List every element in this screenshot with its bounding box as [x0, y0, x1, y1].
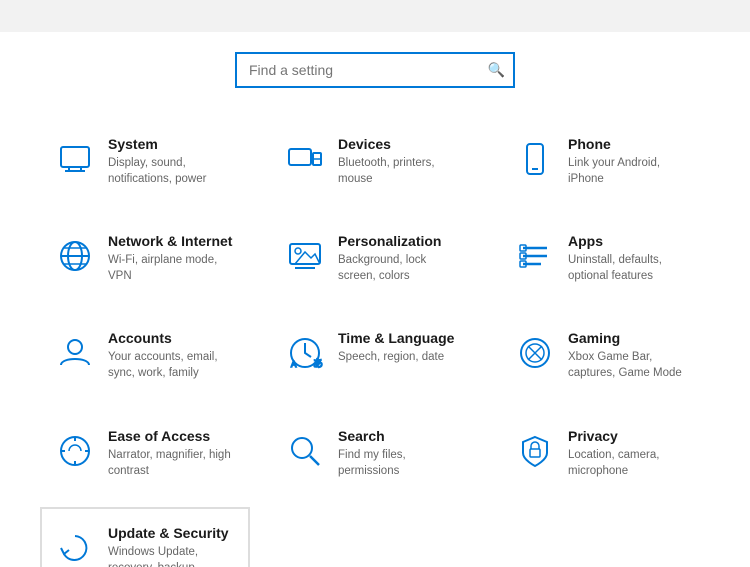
setting-title-update: Update & Security	[108, 525, 236, 541]
setting-desc-network: Wi-Fi, airplane mode, VPN	[108, 252, 236, 284]
search-container: 🔍	[40, 52, 710, 88]
setting-item-gaming[interactable]: Gaming Xbox Game Bar, captures, Game Mod…	[500, 312, 710, 399]
setting-item-system[interactable]: System Display, sound, notifications, po…	[40, 118, 250, 205]
search-input[interactable]	[235, 52, 515, 88]
setting-title-ease: Ease of Access	[108, 428, 236, 444]
window-controls	[600, 0, 738, 32]
setting-item-update[interactable]: Update & Security Windows Update, recove…	[40, 507, 250, 567]
svg-text:A: A	[291, 360, 297, 369]
setting-desc-devices: Bluetooth, printers, mouse	[338, 155, 466, 187]
ease-icon	[54, 430, 96, 472]
close-button[interactable]	[692, 0, 738, 32]
setting-title-personalization: Personalization	[338, 233, 466, 249]
privacy-icon	[514, 430, 556, 472]
setting-desc-accounts: Your accounts, email, sync, work, family	[108, 349, 236, 381]
setting-desc-update: Windows Update, recovery, backup	[108, 544, 236, 567]
setting-title-network: Network & Internet	[108, 233, 236, 249]
setting-item-network[interactable]: Network & Internet Wi-Fi, airplane mode,…	[40, 215, 250, 302]
setting-desc-privacy: Location, camera, microphone	[568, 447, 696, 479]
time-icon: Aあ	[284, 332, 326, 374]
setting-item-personalization[interactable]: Personalization Background, lock screen,…	[270, 215, 480, 302]
setting-title-privacy: Privacy	[568, 428, 696, 444]
minimize-button[interactable]	[600, 0, 646, 32]
setting-item-privacy[interactable]: Privacy Location, camera, microphone	[500, 410, 710, 497]
setting-desc-personalization: Background, lock screen, colors	[338, 252, 466, 284]
system-icon	[54, 138, 96, 180]
setting-desc-search: Find my files, permissions	[338, 447, 466, 479]
settings-grid: System Display, sound, notifications, po…	[40, 118, 710, 567]
setting-title-system: System	[108, 136, 236, 152]
gaming-icon	[514, 332, 556, 374]
search-icon: 🔍	[488, 62, 505, 79]
main-content: 🔍 System Display, sound, notifications, …	[0, 32, 750, 567]
setting-item-ease[interactable]: Ease of Access Narrator, magnifier, high…	[40, 410, 250, 497]
setting-item-search[interactable]: Search Find my files, permissions	[270, 410, 480, 497]
setting-title-gaming: Gaming	[568, 330, 696, 346]
setting-item-accounts[interactable]: Accounts Your accounts, email, sync, wor…	[40, 312, 250, 399]
maximize-button[interactable]	[646, 0, 692, 32]
search-bar: 🔍	[235, 52, 515, 88]
setting-item-phone[interactable]: Phone Link your Android, iPhone	[500, 118, 710, 205]
svg-text:あ: あ	[313, 358, 323, 370]
title-bar	[0, 0, 750, 32]
setting-desc-gaming: Xbox Game Bar, captures, Game Mode	[568, 349, 696, 381]
network-icon	[54, 235, 96, 277]
setting-title-phone: Phone	[568, 136, 696, 152]
setting-title-accounts: Accounts	[108, 330, 236, 346]
setting-desc-apps: Uninstall, defaults, optional features	[568, 252, 696, 284]
setting-desc-ease: Narrator, magnifier, high contrast	[108, 447, 236, 479]
setting-desc-time: Speech, region, date	[338, 349, 454, 365]
accounts-icon	[54, 332, 96, 374]
search-icon	[284, 430, 326, 472]
phone-icon	[514, 138, 556, 180]
setting-item-devices[interactable]: Devices Bluetooth, printers, mouse	[270, 118, 480, 205]
setting-title-apps: Apps	[568, 233, 696, 249]
devices-icon	[284, 138, 326, 180]
update-icon	[54, 527, 96, 567]
personalization-icon	[284, 235, 326, 277]
setting-desc-phone: Link your Android, iPhone	[568, 155, 696, 187]
setting-desc-system: Display, sound, notifications, power	[108, 155, 236, 187]
setting-title-devices: Devices	[338, 136, 466, 152]
setting-item-apps[interactable]: Apps Uninstall, defaults, optional featu…	[500, 215, 710, 302]
settings-window: 🔍 System Display, sound, notifications, …	[0, 0, 750, 567]
apps-icon	[514, 235, 556, 277]
setting-title-search: Search	[338, 428, 466, 444]
setting-item-time[interactable]: Aあ Time & Language Speech, region, date	[270, 312, 480, 399]
setting-title-time: Time & Language	[338, 330, 454, 346]
